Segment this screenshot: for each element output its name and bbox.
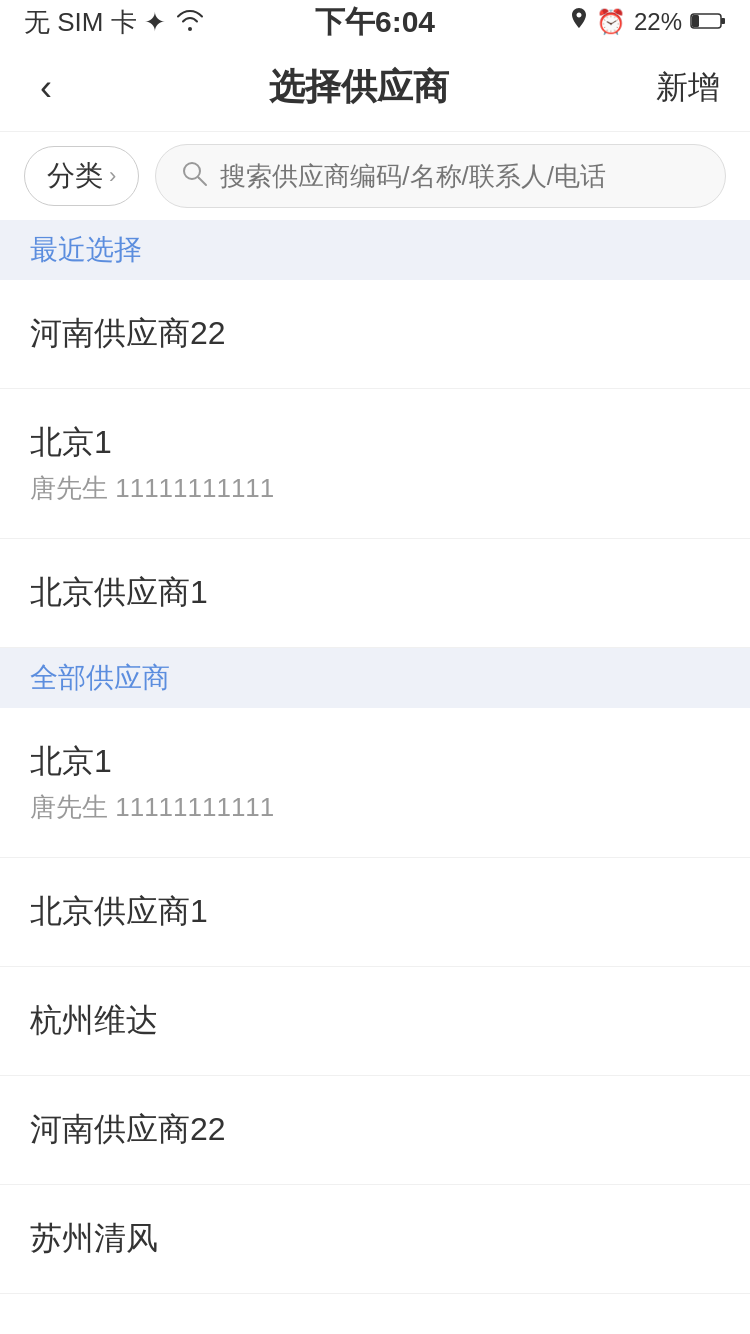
all-section-title: 全部供应商: [30, 659, 170, 697]
item-name: 北京供应商1: [30, 571, 720, 615]
item-name: 河南供应商22: [30, 1108, 720, 1152]
status-bar: 无 SIM 卡 ✦ 下午6:04 ⏰ 22%: [0, 0, 750, 44]
status-left: 无 SIM 卡 ✦: [24, 5, 204, 40]
list-item[interactable]: 北京供应商1: [0, 539, 750, 648]
chevron-right-icon: ›: [109, 163, 116, 189]
recent-list: 河南供应商22 北京1 唐先生 11111111111 北京供应商1: [0, 280, 750, 648]
item-name: 杭州维达: [30, 999, 720, 1043]
list-item[interactable]: 杭州维达: [0, 967, 750, 1076]
item-name: 北京1: [30, 421, 720, 465]
item-sub: 唐先生 11111111111: [30, 471, 720, 506]
item-name: 苏州清风: [30, 1217, 720, 1261]
battery-icon: [690, 8, 726, 36]
all-section-header: 全部供应商: [0, 648, 750, 708]
svg-rect-2: [721, 18, 725, 24]
category-label: 分类: [47, 157, 103, 195]
list-item[interactable]: 苏州清风: [0, 1185, 750, 1294]
all-list: 北京1 唐先生 11111111111 北京供应商1 杭州维达 河南供应商22 …: [0, 708, 750, 1294]
nav-bar: ‹ 选择供应商 新增: [0, 44, 750, 132]
back-button[interactable]: ‹: [30, 57, 62, 119]
battery-text: 22%: [634, 8, 682, 36]
svg-line-4: [199, 177, 207, 185]
search-box[interactable]: [155, 144, 726, 208]
search-input[interactable]: [220, 161, 701, 192]
wifi-icon: [176, 7, 204, 38]
list-item[interactable]: 河南供应商22: [0, 280, 750, 389]
list-item[interactable]: 北京1 唐先生 11111111111: [0, 708, 750, 858]
item-name: 北京1: [30, 740, 720, 784]
category-filter[interactable]: 分类 ›: [24, 146, 139, 206]
list-item[interactable]: 北京1 唐先生 11111111111: [0, 389, 750, 539]
recent-section-header: 最近选择: [0, 220, 750, 280]
sim-status: 无 SIM 卡 ✦: [24, 5, 166, 40]
svg-rect-1: [692, 15, 699, 27]
item-name: 河南供应商22: [30, 312, 720, 356]
list-item[interactable]: 河南供应商22: [0, 1076, 750, 1185]
item-sub: 唐先生 11111111111: [30, 790, 720, 825]
item-name: 北京供应商1: [30, 890, 720, 934]
add-button[interactable]: 新增: [656, 66, 720, 110]
svg-point-3: [184, 163, 200, 179]
recent-section-title: 最近选择: [30, 231, 142, 269]
status-time: 下午6:04: [315, 2, 435, 43]
filter-bar: 分类 ›: [0, 132, 750, 220]
search-icon: [180, 159, 208, 194]
location-icon: [570, 8, 588, 36]
status-right: ⏰ 22%: [570, 8, 726, 36]
list-item[interactable]: 北京供应商1: [0, 858, 750, 967]
page-title: 选择供应商: [269, 63, 449, 112]
alarm-icon: ⏰: [596, 8, 626, 36]
